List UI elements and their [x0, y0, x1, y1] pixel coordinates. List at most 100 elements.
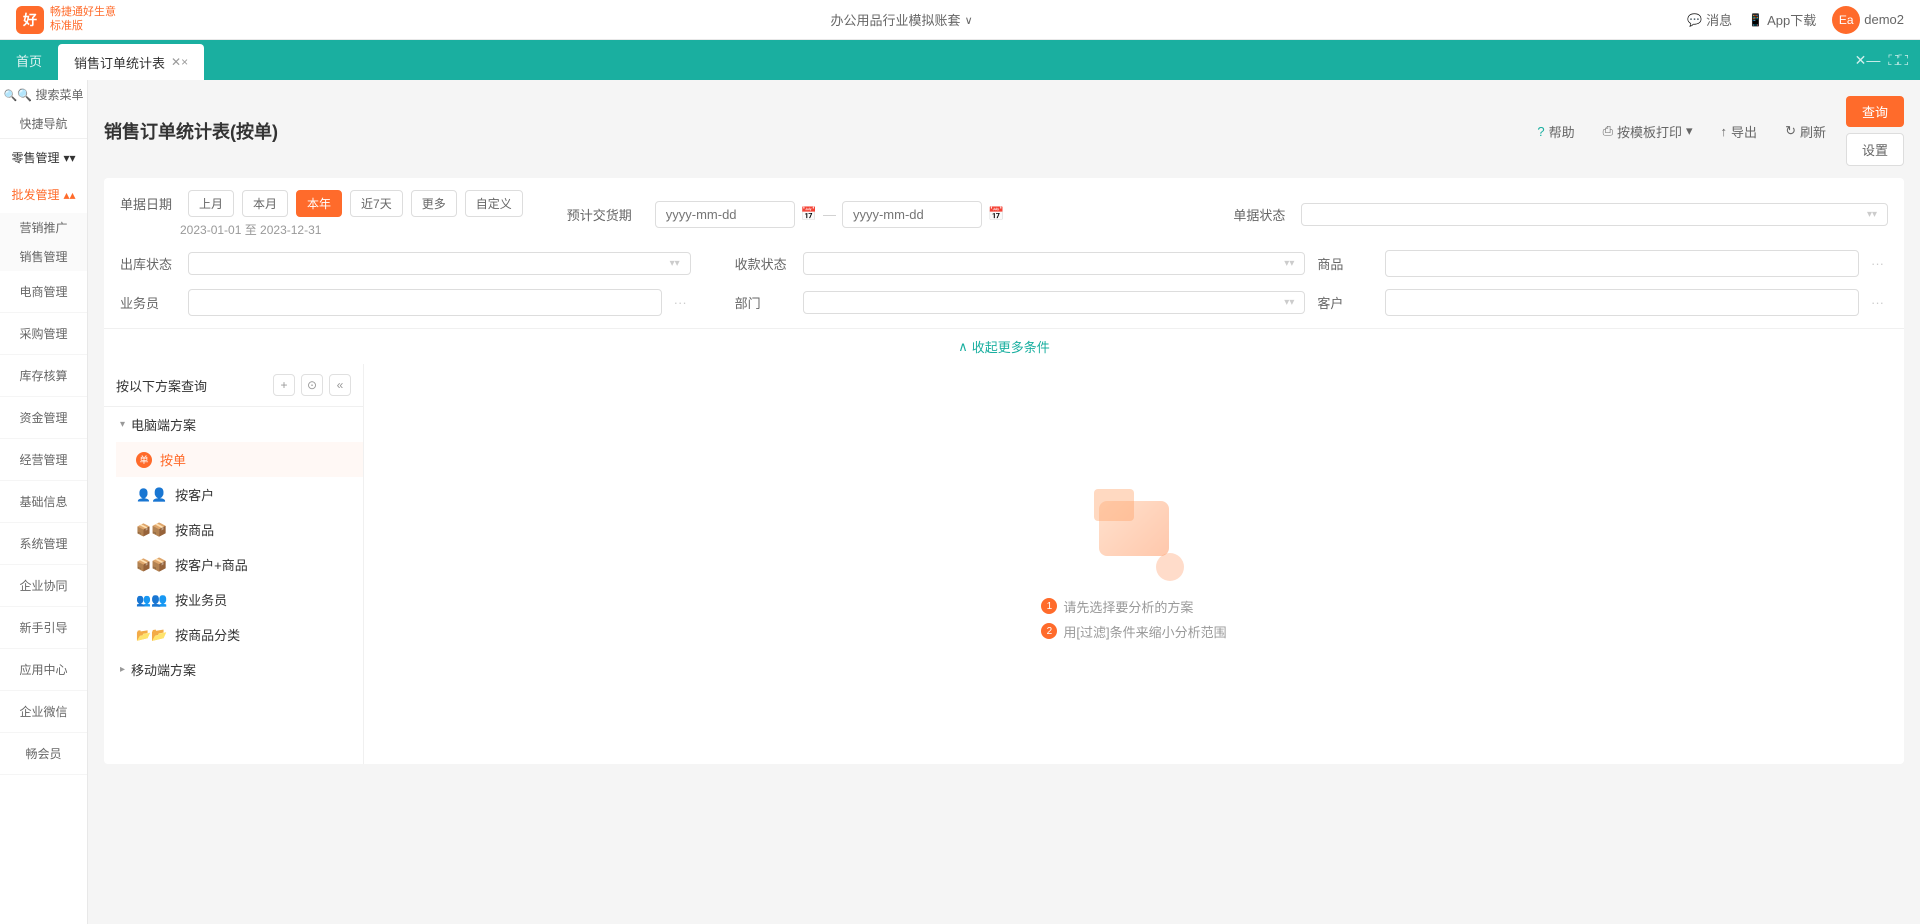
tree-item-by-salesperson[interactable]: 👥 按业务员	[116, 582, 363, 617]
filter-section: 单据日期 上月 本月 本年 近7天 更多 自定义	[104, 178, 1904, 364]
topbar: 好 畅捷通好生意 标准版 办公用品行业模拟账套 消息 App下载 Ea demo…	[0, 0, 1920, 40]
salesperson-label: 业务员	[120, 293, 180, 312]
dept-select[interactable]: ▾	[803, 291, 1306, 314]
tree-sub-pc: 单 按单 👤 按客户 📦 按商品	[104, 442, 363, 652]
sidebar-search[interactable]: 🔍 搜索菜单	[0, 80, 87, 109]
topbar-center: 办公用品行业模拟账套	[831, 10, 973, 29]
empty-text: 1 请先选择要分析的方案 2 用[过滤]条件来缩小分析范围	[1041, 597, 1226, 647]
sidebar-item-marketing[interactable]: 营销推广	[0, 213, 87, 242]
delivery-start-input[interactable]	[655, 201, 795, 228]
print-icon: ⎙	[1603, 123, 1613, 139]
prev-month-btn[interactable]: 上月	[188, 190, 234, 217]
tree-item-by-order[interactable]: 单 按单	[116, 442, 363, 477]
filter-col-outstatus: 出库状态 ▾	[120, 252, 691, 275]
help-icon: ?	[1537, 124, 1544, 139]
tree-section-pc[interactable]: ▾ 电脑端方案	[104, 407, 363, 442]
more-btn[interactable]: 更多	[411, 190, 457, 217]
collapse-panel-icon[interactable]: «	[329, 374, 351, 396]
empty-illustration	[1074, 481, 1194, 581]
tree-item-by-customer[interactable]: 👤 按客户	[116, 477, 363, 512]
query-button[interactable]: 查询	[1846, 96, 1904, 127]
add-scheme-icon[interactable]: +	[273, 374, 295, 396]
left-panel-title: 按以下方案查询	[116, 376, 207, 395]
delivery-end-input[interactable]	[842, 201, 982, 228]
tab-sales-order-stat[interactable]: 销售订单统计表 ×	[58, 44, 204, 80]
main-card: 单据日期 上月 本月 本年 近7天 更多 自定义	[104, 178, 1904, 764]
filter-row-2: 出库状态 ▾ 收款状态 ▾	[120, 250, 1888, 277]
print-button[interactable]: ⎙ 按模板打印 ▾	[1595, 118, 1701, 145]
empty-hint-2: 2 用[过滤]条件来缩小分析范围	[1041, 622, 1226, 641]
sidebar-quick-nav[interactable]: 快捷导航	[0, 109, 87, 139]
tree-item-by-category[interactable]: 📂 按商品分类	[116, 617, 363, 652]
sidebar-item-operations[interactable]: 经营管理	[0, 439, 87, 481]
message-button[interactable]: 消息	[1687, 10, 1732, 29]
sidebar-item-system[interactable]: 系统管理	[0, 523, 87, 565]
collapse-bar[interactable]: ∧ 收起更多条件	[104, 328, 1904, 364]
tree-item-by-customer-goods[interactable]: 📦 按客户+商品	[116, 547, 363, 582]
tabbar-maximize-icon[interactable]: ⛶	[1888, 52, 1908, 69]
date-range-text: 2023-01-01 至 2023-12-31	[180, 223, 321, 237]
sidebar-item-member[interactable]: 畅会员	[0, 733, 87, 775]
filter-col-salesperson: 业务员 ···	[120, 289, 691, 316]
retail-expand-icon: ▾	[63, 151, 75, 165]
message-icon	[1687, 12, 1702, 27]
salesperson-more-icon[interactable]: ···	[670, 295, 691, 310]
customer-more-icon[interactable]: ···	[1867, 295, 1888, 310]
this-month-btn[interactable]: 本月	[242, 190, 288, 217]
sidebar-item-retail[interactable]: 零售管理 ▾	[0, 139, 87, 176]
sidebar-item-inventory[interactable]: 库存核算	[0, 355, 87, 397]
tab-home[interactable]: 首页	[0, 40, 58, 80]
logo-text: 畅捷通好生意 标准版	[50, 6, 116, 32]
main-layout: 🔍 搜索菜单 快捷导航 零售管理 ▾ 批发管理 ▴ 营销推广 销售管理 电商管理	[0, 80, 1920, 924]
tree-section-mobile[interactable]: ▸ 移动端方案	[104, 652, 363, 687]
page-actions: ? 帮助 ⎙ 按模板打印 ▾ ↑ 导出 ↻ 刷新	[1529, 96, 1904, 166]
status-select[interactable]: ▾	[1301, 203, 1888, 226]
salesperson-input[interactable]	[188, 289, 662, 316]
content-area: 销售订单统计表(按单) ? 帮助 ⎙ 按模板打印 ▾ ↑ 导出	[88, 80, 1920, 924]
app-selector[interactable]: 办公用品行业模拟账套	[831, 10, 973, 29]
sidebar-item-enterprise[interactable]: 企业协同	[0, 565, 87, 607]
sidebar-item-finance[interactable]: 资金管理	[0, 397, 87, 439]
status-label: 单据状态	[1233, 205, 1293, 224]
custom-btn[interactable]: 自定义	[465, 190, 523, 217]
tab-close-icon[interactable]: ×	[171, 55, 188, 69]
customer-label: 客户	[1317, 293, 1377, 312]
logo-icon: 好	[16, 6, 44, 34]
refresh-button[interactable]: ↻ 刷新	[1777, 118, 1834, 145]
calendar-start-icon: 📅	[801, 206, 817, 222]
left-panel-header: 按以下方案查询 + ⊙ «	[104, 364, 363, 407]
sidebar-item-basic[interactable]: 基础信息	[0, 481, 87, 523]
receive-status-select[interactable]: ▾	[803, 252, 1306, 275]
sidebar-item-wechat[interactable]: 企业微信	[0, 691, 87, 733]
sidebar-group-wholesale: 批发管理 ▴	[0, 176, 87, 213]
out-status-label: 出库状态	[120, 254, 180, 273]
sidebar-item-sales[interactable]: 销售管理	[0, 242, 87, 271]
sidebar-item-ecommerce[interactable]: 电商管理	[0, 271, 87, 313]
sidebar-item-appstore[interactable]: 应用中心	[0, 649, 87, 691]
edit-scheme-icon[interactable]: ⊙	[301, 374, 323, 396]
customer-input[interactable]	[1385, 289, 1859, 316]
this-year-btn[interactable]: 本年	[296, 190, 342, 217]
help-button[interactable]: ? 帮助	[1529, 118, 1582, 145]
goods-input[interactable]	[1385, 250, 1859, 277]
app-download-icon	[1748, 12, 1763, 27]
export-icon: ↑	[1721, 124, 1728, 139]
by-customer-icon: 👤	[136, 487, 167, 503]
app-download-button[interactable]: App下载	[1748, 10, 1816, 29]
filter-col-status: 单据状态 ▾	[1233, 203, 1888, 226]
out-status-select[interactable]: ▾	[188, 252, 691, 275]
tree-item-by-goods[interactable]: 📦 按商品	[116, 512, 363, 547]
avatar: Ea	[1832, 6, 1860, 34]
tabbar-close-icon[interactable]: —	[1855, 52, 1881, 69]
sidebar-item-wholesale[interactable]: 批发管理 ▴	[0, 176, 87, 213]
page-header: 销售订单统计表(按单) ? 帮助 ⎙ 按模板打印 ▾ ↑ 导出	[104, 96, 1904, 166]
sidebar-item-purchase[interactable]: 采购管理	[0, 313, 87, 355]
goods-more-icon[interactable]: ···	[1867, 256, 1888, 271]
7days-btn[interactable]: 近7天	[350, 190, 403, 217]
export-button[interactable]: ↑ 导出	[1713, 118, 1766, 145]
filter-col-receivestatus: 收款状态 ▾	[735, 252, 1306, 275]
sidebar-item-newbie[interactable]: 新手引导	[0, 607, 87, 649]
setting-button[interactable]: 设置	[1846, 133, 1904, 166]
status-chevron-icon: ▾	[1867, 209, 1877, 220]
user-area[interactable]: Ea demo2	[1832, 6, 1904, 34]
